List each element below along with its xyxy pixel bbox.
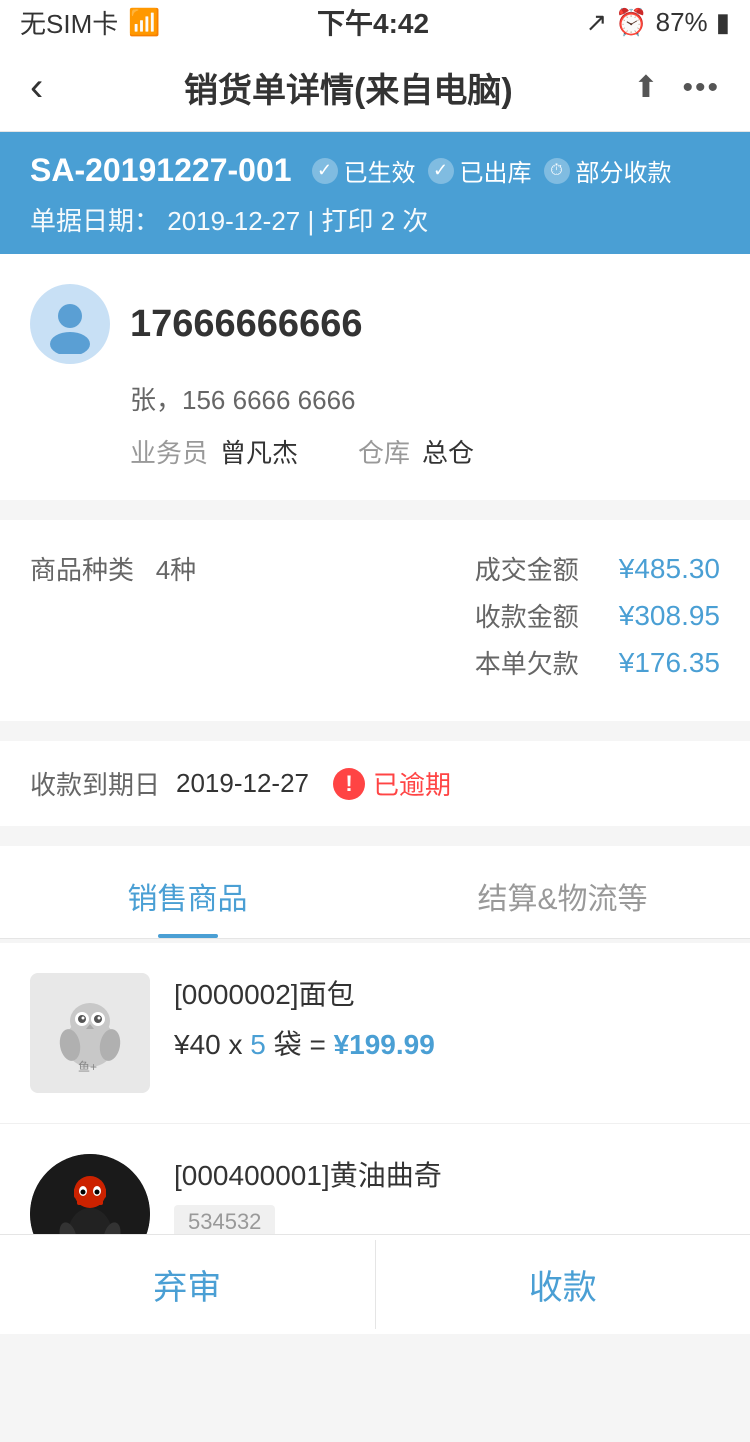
overdue-text: 已逾期 — [373, 765, 451, 802]
status-time: 下午4:42 — [317, 2, 429, 42]
product-total-1: ¥199.99 — [334, 1029, 435, 1060]
tag-outbound: ✓ 已出库 — [428, 153, 532, 188]
page-title: 销货单详情(来自电脑) — [63, 63, 633, 112]
category-count: 4种 — [156, 555, 196, 585]
collect-payment-button[interactable]: 收款 — [376, 1240, 750, 1329]
status-bar: 无SIM卡 📶 下午4:42 ↗ ⏰ 87% ▮ — [0, 0, 750, 44]
product-item: 鱼+ [0000002]面包 ¥40 x 5 袋 = ¥199.99 — [0, 943, 750, 1124]
warehouse-label: 仓库 — [358, 433, 410, 470]
deal-amount-value: ¥485.30 — [619, 553, 720, 585]
product-info-1: [0000002]面包 ¥40 x 5 袋 = ¥199.99 — [174, 973, 720, 1063]
overdue-icon: ! — [333, 768, 365, 800]
received-value: ¥308.95 — [619, 600, 720, 632]
product-equals-1: = — [309, 1029, 333, 1060]
more-icon[interactable]: ••• — [682, 71, 720, 105]
tag-outbound-label: 已出库 — [460, 153, 532, 188]
tab-sales-products-label: 销售商品 — [128, 883, 248, 916]
product-name-1: [0000002]面包 — [174, 973, 720, 1013]
clock-icon: ⏱ — [544, 158, 570, 184]
tabs-section: 销售商品 结算&物流等 — [0, 846, 750, 939]
order-id-row: SA-20191227-001 ✓ 已生效 ✓ 已出库 ⏱ 部分收款 — [30, 152, 720, 189]
carrier-text: 无SIM卡 — [20, 4, 118, 41]
date-label: 单据日期： — [30, 206, 160, 236]
received-row: 收款金额 ¥308.95 — [475, 597, 720, 634]
category-label: 商品种类 — [30, 555, 134, 585]
avatar — [30, 284, 110, 364]
warehouse-item: 仓库 总仓 — [358, 433, 474, 470]
wifi-icon: 📶 — [128, 7, 160, 38]
tag-partial-pay-label: 部分收款 — [576, 153, 672, 188]
tag-partial-pay: ⏱ 部分收款 — [544, 153, 672, 188]
check-icon-2: ✓ — [428, 158, 454, 184]
salesman-label: 业务员 — [130, 433, 208, 470]
received-label: 收款金额 — [475, 597, 579, 634]
customer-meta: 业务员 曾凡杰 仓库 总仓 — [30, 433, 720, 470]
customer-name-phone: 张，156 6666 6666 — [30, 380, 720, 417]
due-date-value: 2019-12-27 — [176, 768, 309, 799]
deal-amount-row: 成交金额 ¥485.30 — [475, 550, 720, 587]
customer-phone: 17666666666 — [130, 303, 362, 346]
location-icon: ↗ — [585, 7, 607, 38]
check-icon-1: ✓ — [312, 158, 338, 184]
tab-sales-products[interactable]: 销售商品 — [0, 846, 375, 938]
customer-top: 17666666666 — [30, 284, 720, 364]
summary-section: 商品种类 4种 成交金额 ¥485.30 收款金额 ¥308.95 本单欠款 ¥… — [0, 520, 750, 721]
owed-row: 本单欠款 ¥176.35 — [475, 644, 720, 681]
amount-info: 成交金额 ¥485.30 收款金额 ¥308.95 本单欠款 ¥176.35 — [475, 550, 720, 691]
share-icon[interactable]: ⬆ — [633, 70, 658, 105]
salesman-value: 曾凡杰 — [220, 433, 298, 470]
due-date-section: 收款到期日 2019-12-27 ! 已逾期 — [0, 741, 750, 826]
battery-text: 87% — [656, 7, 708, 38]
back-button[interactable]: ‹ — [30, 65, 43, 110]
nav-icons: ⬆ ••• — [633, 70, 720, 105]
overdue-badge: ! 已逾期 — [333, 765, 451, 802]
status-tags: ✓ 已生效 ✓ 已出库 ⏱ 部分收款 — [312, 153, 672, 188]
battery-icon: ▮ — [716, 7, 730, 38]
tag-effective: ✓ 已生效 — [312, 153, 416, 188]
warehouse-value: 总仓 — [422, 433, 474, 470]
tab-settlement[interactable]: 结算&物流等 — [375, 846, 750, 938]
product-qty-1: 5 — [250, 1029, 266, 1060]
category-info: 商品种类 4种 — [30, 550, 196, 595]
tab-settlement-label: 结算&物流等 — [477, 883, 647, 916]
nav-bar: ‹ 销货单详情(来自电脑) ⬆ ••• — [0, 44, 750, 132]
order-date: 2019-12-27 — [167, 206, 300, 236]
tag-effective-label: 已生效 — [344, 153, 416, 188]
status-right: ↗ ⏰ 87% ▮ — [585, 7, 730, 38]
order-header-banner: SA-20191227-001 ✓ 已生效 ✓ 已出库 ⏱ 部分收款 单据日期：… — [0, 132, 750, 254]
product-thumb-1: 鱼+ — [30, 973, 150, 1093]
product-price-row-1: ¥40 x 5 袋 = ¥199.99 — [174, 1023, 720, 1063]
due-date-label: 收款到期日 — [30, 765, 160, 802]
order-date-row: 单据日期： 2019-12-27 | 打印 2 次 — [30, 201, 720, 238]
tabs-row: 销售商品 结算&物流等 — [0, 846, 750, 939]
product-unit-1: 袋 — [274, 1029, 302, 1060]
product-price-base-1: ¥40 — [174, 1029, 221, 1060]
salesman-item: 业务员 曾凡杰 — [130, 433, 298, 470]
svg-text:鱼+: 鱼+ — [78, 1060, 97, 1073]
product-name-2: [000400001]黄油曲奇 — [174, 1154, 720, 1194]
bottom-bar: 弃审 收款 — [0, 1234, 750, 1334]
deal-amount-label: 成交金额 — [475, 550, 579, 587]
cancel-review-button[interactable]: 弃审 — [0, 1240, 376, 1329]
owed-value: ¥176.35 — [619, 647, 720, 679]
owed-label: 本单欠款 — [475, 644, 579, 681]
order-id: SA-20191227-001 — [30, 152, 292, 189]
product-multiply-1: x — [229, 1029, 251, 1060]
customer-section: 17666666666 张，156 6666 6666 业务员 曾凡杰 仓库 总… — [0, 254, 750, 500]
print-info: | 打印 2 次 — [307, 206, 428, 236]
alarm-icon: ⏰ — [615, 7, 647, 38]
status-left: 无SIM卡 📶 — [20, 4, 161, 41]
